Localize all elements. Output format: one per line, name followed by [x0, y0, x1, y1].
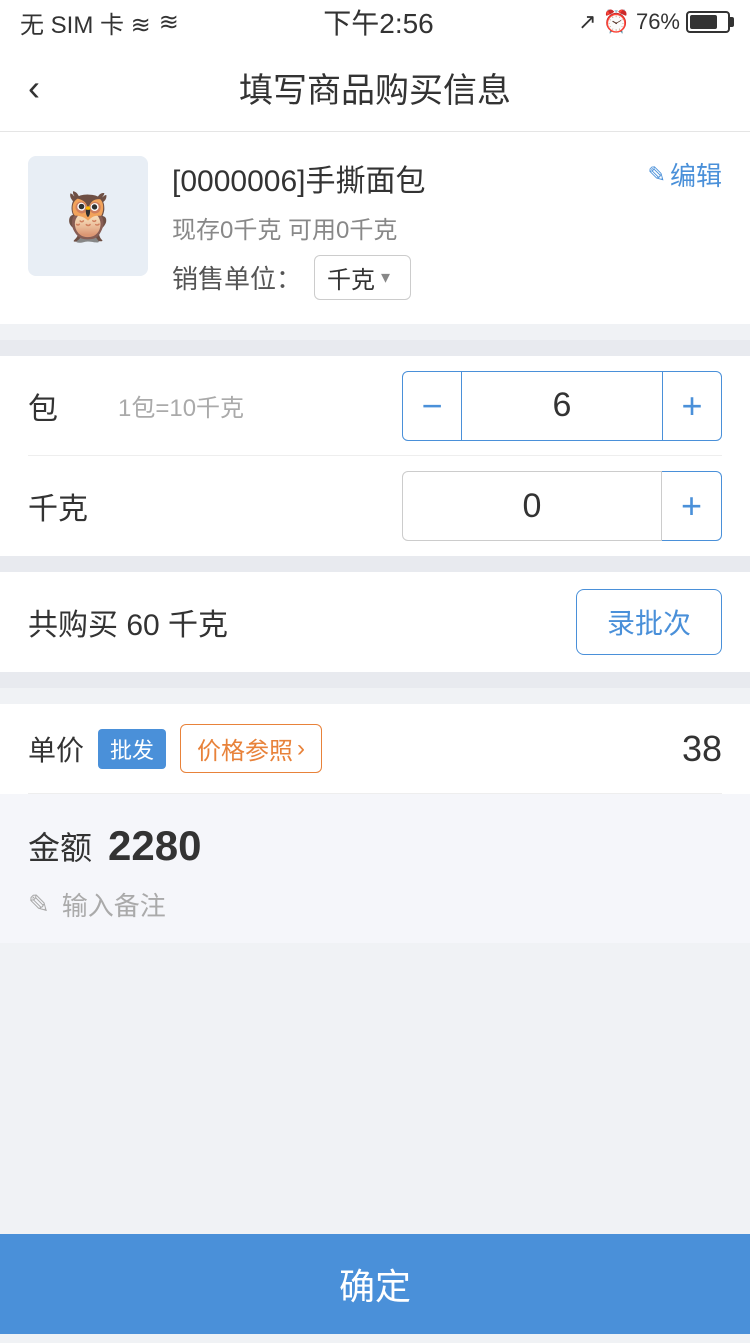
- product-unit-row: 销售单位： 千克 ▾: [172, 255, 722, 300]
- nav-bar: ‹ 填写商品购买信息: [0, 44, 750, 132]
- confirm-button[interactable]: 确定: [0, 1234, 750, 1334]
- package-input-section: 包 1包=10千克 − + 千克 +: [0, 356, 750, 556]
- status-time: 下午2:56: [323, 2, 434, 42]
- product-stock: 现存0千克 可用0千克: [172, 210, 722, 245]
- status-right: ↗ ⏰ 76%: [578, 9, 730, 35]
- separator-2: [0, 556, 750, 572]
- product-image: 🦉: [28, 156, 148, 276]
- wifi-icon: ≋: [159, 8, 179, 37]
- package-label: 包: [28, 384, 108, 428]
- page-title: 填写商品购买信息: [239, 63, 511, 112]
- battery-percent: 76%: [636, 9, 680, 35]
- package-hint: 1包=10千克: [118, 388, 244, 423]
- total-section: 共购买 60 千克 录批次: [0, 572, 750, 672]
- status-left: 无 SIM 卡 ≋ ≋: [20, 5, 179, 40]
- kg-label: 千克: [28, 484, 108, 528]
- edit-label: 编辑: [670, 156, 722, 193]
- battery-fill: [690, 15, 717, 29]
- wholesale-tag: 批发: [98, 729, 166, 769]
- package-input-row: 包 1包=10千克 − +: [28, 356, 722, 456]
- back-button[interactable]: ‹: [28, 67, 40, 109]
- edit-button[interactable]: ✎ 编辑: [648, 156, 722, 193]
- package-minus-button[interactable]: −: [402, 371, 462, 441]
- unit-value: 千克: [327, 260, 375, 295]
- package-plus-button[interactable]: +: [662, 371, 722, 441]
- dropdown-arrow-icon: ▾: [381, 267, 390, 288]
- price-value: 38: [682, 728, 722, 770]
- battery-icon: [686, 11, 730, 33]
- separator-3: [0, 672, 750, 688]
- amount-row: 金额 2280: [28, 822, 722, 870]
- note-placeholder: 输入备注: [62, 886, 166, 923]
- amount-label: 金额: [28, 823, 92, 869]
- price-label: 单价: [28, 729, 84, 769]
- price-row: 单价 批发 价格参照 › 38: [28, 704, 722, 794]
- price-ref-arrow-icon: ›: [297, 735, 305, 763]
- edit-note-icon: ✎: [28, 889, 50, 920]
- note-row[interactable]: ✎ 输入备注: [28, 886, 722, 923]
- kg-input-row: 千克 +: [28, 456, 722, 556]
- sim-status: 无 SIM 卡 ≋: [20, 5, 151, 40]
- alarm-icon: ⏰: [603, 9, 630, 35]
- package-input[interactable]: [462, 371, 662, 441]
- product-name: [0000006]手撕面包: [172, 156, 425, 200]
- package-controls: − +: [402, 371, 722, 441]
- batch-button[interactable]: 录批次: [576, 589, 722, 655]
- amount-section: 金额 2280 ✎ 输入备注: [0, 794, 750, 943]
- total-label: 共购买 60 千克: [28, 600, 228, 644]
- edit-icon: ✎: [648, 162, 666, 188]
- amount-value: 2280: [108, 822, 201, 870]
- unit-label: 销售单位：: [172, 259, 302, 296]
- kg-plus-button[interactable]: +: [662, 471, 722, 541]
- price-ref-button[interactable]: 价格参照 ›: [180, 724, 322, 773]
- location-icon: ↗: [578, 9, 596, 35]
- product-info: [0000006]手撕面包 ✎ 编辑 现存0千克 可用0千克 销售单位： 千克 …: [172, 156, 722, 300]
- product-logo-icon: 🦉: [58, 188, 118, 245]
- separator-1: [0, 340, 750, 356]
- unit-select[interactable]: 千克 ▾: [314, 255, 411, 300]
- kg-controls: +: [402, 471, 722, 541]
- price-section: 单价 批发 价格参照 › 38: [0, 704, 750, 794]
- status-bar: 无 SIM 卡 ≋ ≋ 下午2:56 ↗ ⏰ 76%: [0, 0, 750, 44]
- kg-input[interactable]: [402, 471, 662, 541]
- product-card: 🦉 [0000006]手撕面包 ✎ 编辑 现存0千克 可用0千克 销售单位： 千…: [0, 132, 750, 324]
- price-ref-label: 价格参照: [197, 731, 293, 766]
